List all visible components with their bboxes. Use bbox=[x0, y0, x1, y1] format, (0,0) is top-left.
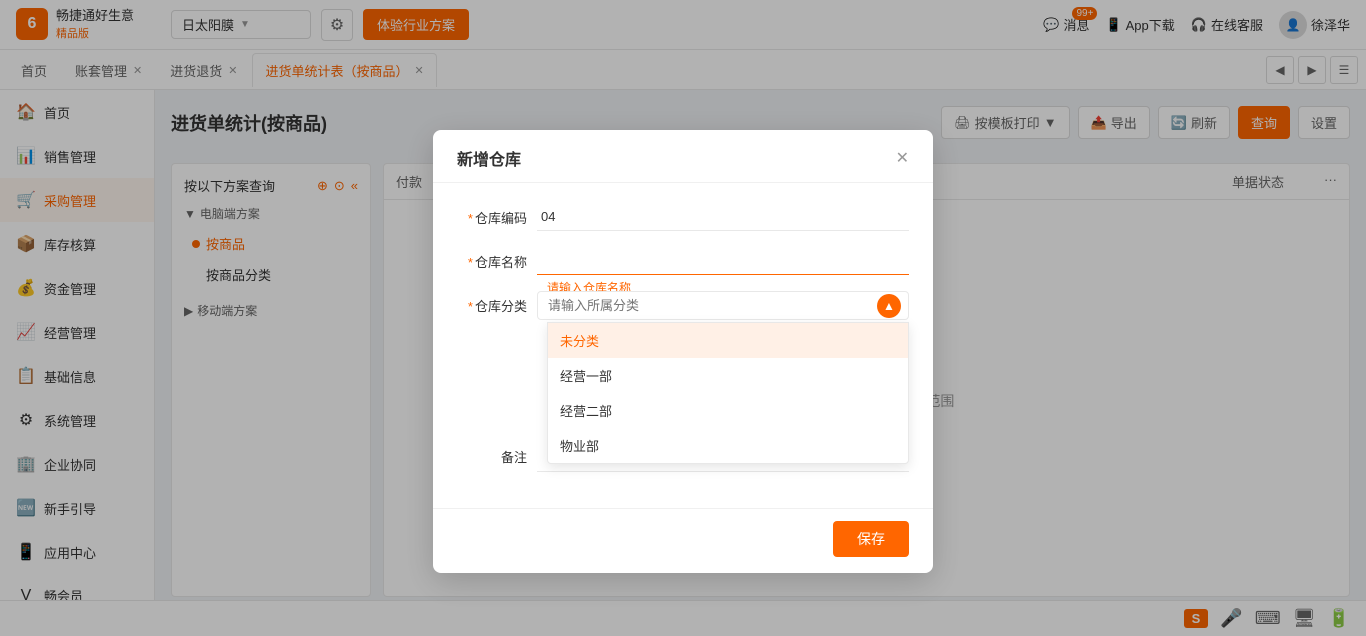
category-select-wrapper: ▲ bbox=[537, 291, 909, 320]
category-option-ops2[interactable]: 经营二部 bbox=[548, 393, 908, 428]
category-select-input[interactable] bbox=[537, 291, 909, 320]
category-option-ops1[interactable]: 经营一部 bbox=[548, 358, 908, 393]
dialog-overlay: 新增仓库 ✕ 仓库编码 仓库名称 请输入仓库名称 仓库分类 bbox=[0, 0, 1366, 636]
warehouse-code-row: 仓库编码 bbox=[457, 203, 909, 231]
dialog-close-button[interactable]: ✕ bbox=[896, 148, 909, 168]
category-arrow-button[interactable]: ▲ bbox=[877, 294, 901, 318]
dialog-footer: 保存 bbox=[433, 508, 933, 573]
dialog-header: 新增仓库 ✕ bbox=[433, 130, 933, 183]
new-warehouse-dialog: 新增仓库 ✕ 仓库编码 仓库名称 请输入仓库名称 仓库分类 bbox=[433, 130, 933, 573]
category-option-property[interactable]: 物业部 bbox=[548, 428, 908, 463]
warehouse-name-input[interactable] bbox=[537, 247, 909, 275]
save-button[interactable]: 保存 bbox=[833, 521, 909, 557]
warehouse-code-input[interactable] bbox=[537, 203, 909, 231]
warehouse-category-label: 仓库分类 bbox=[457, 296, 537, 315]
dialog-title: 新增仓库 bbox=[457, 146, 521, 170]
warehouse-code-label: 仓库编码 bbox=[457, 208, 537, 227]
category-option-none[interactable]: 未分类 bbox=[548, 323, 908, 358]
category-dropdown: 未分类 经营一部 经营二部 物业部 bbox=[547, 322, 909, 464]
warehouse-name-row: 仓库名称 请输入仓库名称 bbox=[457, 247, 909, 275]
warehouse-name-label: 仓库名称 bbox=[457, 252, 537, 271]
warehouse-category-row: 仓库分类 ▲ 未分类 经营一部 经营二部 物业部 bbox=[457, 291, 909, 320]
warehouse-note-label: 备注 bbox=[457, 447, 537, 466]
dialog-body: 仓库编码 仓库名称 请输入仓库名称 仓库分类 ▲ bbox=[433, 183, 933, 508]
